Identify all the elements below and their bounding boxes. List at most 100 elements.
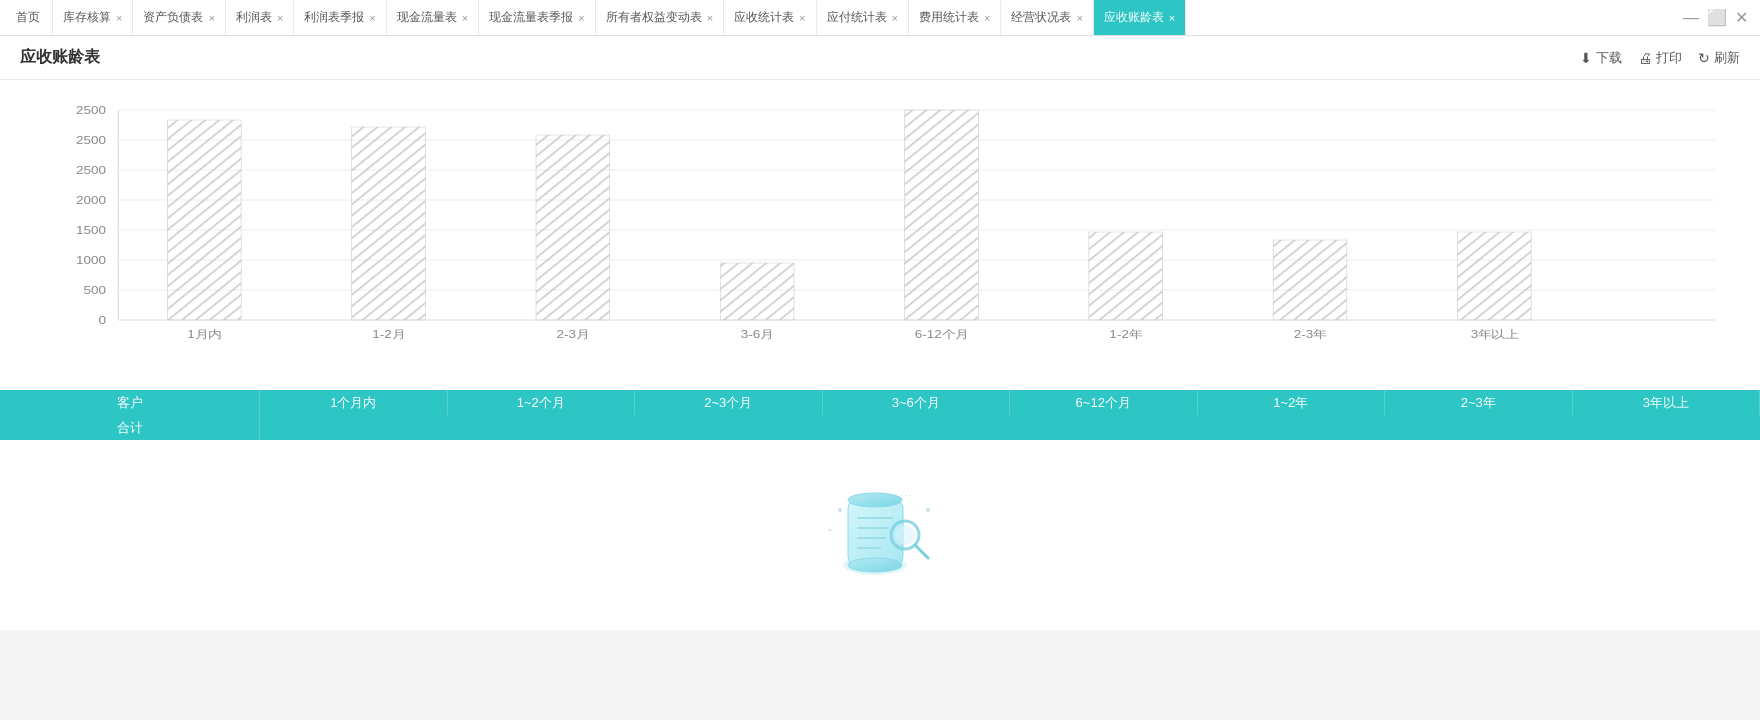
svg-point-29 bbox=[848, 558, 902, 572]
tab-equity-change[interactable]: 所有者权益变动表 × bbox=[596, 0, 724, 36]
bar-chart: 2500 2500 2500 2000 1500 1000 500 0 bbox=[20, 100, 1740, 360]
bar-1month bbox=[167, 120, 241, 320]
tab-inventory[interactable]: 库存核算 × bbox=[53, 0, 133, 36]
tab-equity-change-label: 所有者权益变动表 bbox=[606, 9, 702, 26]
svg-text:1-2年: 1-2年 bbox=[1109, 328, 1142, 340]
svg-text:2-3月: 2-3月 bbox=[557, 328, 590, 340]
tab-profit-quarter-label: 利润表季报 bbox=[304, 9, 364, 26]
col-customer: 客户 bbox=[0, 390, 260, 415]
svg-text:2500: 2500 bbox=[76, 164, 106, 176]
tab-profit-quarter[interactable]: 利润表季报 × bbox=[294, 0, 386, 36]
svg-text:1月内: 1月内 bbox=[187, 328, 221, 340]
tab-home[interactable]: 首页 bbox=[4, 0, 53, 36]
print-icon: 🖨 bbox=[1638, 50, 1652, 66]
refresh-label: 刷新 bbox=[1714, 49, 1740, 67]
download-label: 下载 bbox=[1596, 49, 1622, 67]
tab-cashflow-close[interactable]: × bbox=[462, 12, 468, 24]
tab-ar-stats-label: 应收统计表 bbox=[734, 9, 794, 26]
svg-text:3-6月: 3-6月 bbox=[741, 328, 774, 340]
svg-point-39 bbox=[926, 508, 930, 512]
svg-text:2-3年: 2-3年 bbox=[1294, 328, 1327, 340]
header-actions: ⬇ 下载 🖨 打印 ↻ 刷新 bbox=[1580, 49, 1740, 67]
svg-text:2000: 2000 bbox=[76, 194, 106, 206]
maximize-button[interactable]: ⬜ bbox=[1707, 8, 1727, 27]
tab-ar-aging-close[interactable]: × bbox=[1169, 12, 1175, 24]
bar-2-3year bbox=[1273, 240, 1347, 320]
col-1-2year: 1~2年 bbox=[1198, 390, 1386, 415]
tab-home-label: 首页 bbox=[16, 9, 40, 26]
download-button[interactable]: ⬇ 下载 bbox=[1580, 49, 1622, 67]
tab-profit-quarter-close[interactable]: × bbox=[369, 12, 375, 24]
tab-profit[interactable]: 利润表 × bbox=[226, 0, 294, 36]
page-header: 应收账龄表 ⬇ 下载 🖨 打印 ↻ 刷新 bbox=[0, 36, 1760, 80]
col-3plus-year: 3年以上 bbox=[1573, 390, 1761, 415]
tab-equity-change-close[interactable]: × bbox=[707, 12, 713, 24]
col-2-3year: 2~3年 bbox=[1385, 390, 1573, 415]
chart-area: 2500 2500 2500 2000 1500 1000 500 0 bbox=[0, 90, 1760, 390]
svg-text:6-12个月: 6-12个月 bbox=[915, 328, 968, 340]
svg-rect-27 bbox=[848, 500, 903, 565]
svg-text:1500: 1500 bbox=[76, 224, 106, 236]
tab-ap-stats[interactable]: 应付统计表 × bbox=[817, 0, 909, 36]
tab-cashflow-quarter-label: 现金流量表季报 bbox=[489, 9, 573, 26]
bar-1-2year bbox=[1089, 232, 1163, 320]
bar-1-2month bbox=[352, 127, 426, 320]
tab-operations[interactable]: 经营状况表 × bbox=[1001, 0, 1093, 36]
tab-ar-stats-close[interactable]: × bbox=[799, 12, 805, 24]
tab-balance-sheet[interactable]: 资产负债表 × bbox=[133, 0, 225, 36]
tab-ar-aging[interactable]: 应收账龄表 × bbox=[1094, 0, 1186, 36]
tab-profit-label: 利润表 bbox=[236, 9, 272, 26]
tab-ar-stats[interactable]: 应收统计表 × bbox=[724, 0, 816, 36]
col-1-2month: 1~2个月 bbox=[448, 390, 636, 415]
tab-cashflow-quarter[interactable]: 现金流量表季报 × bbox=[479, 0, 595, 36]
svg-text:3年以上: 3年以上 bbox=[1471, 328, 1518, 340]
svg-point-37 bbox=[838, 508, 842, 512]
page-title: 应收账龄表 bbox=[20, 47, 100, 68]
tab-operations-label: 经营状况表 bbox=[1011, 9, 1071, 26]
tab-inventory-label: 库存核算 bbox=[63, 9, 111, 26]
svg-text:2500: 2500 bbox=[76, 104, 106, 116]
bar-3plus-year bbox=[1457, 232, 1531, 320]
svg-text:· · ·: · · · bbox=[900, 491, 911, 500]
svg-text:500: 500 bbox=[83, 284, 106, 296]
download-icon: ⬇ bbox=[1580, 50, 1592, 66]
tab-expense-stats-label: 费用统计表 bbox=[919, 9, 979, 26]
tab-expense-stats[interactable]: 费用统计表 × bbox=[909, 0, 1001, 36]
col-3-6month: 3~6个月 bbox=[823, 390, 1011, 415]
svg-line-36 bbox=[915, 545, 928, 558]
refresh-icon: ↻ bbox=[1698, 50, 1710, 66]
col-total: 合计 bbox=[0, 415, 260, 440]
col-1month: 1个月内 bbox=[260, 390, 448, 415]
bar-3-6month bbox=[720, 263, 794, 320]
svg-point-35 bbox=[895, 525, 915, 545]
print-button[interactable]: 🖨 打印 bbox=[1638, 49, 1682, 67]
tab-cashflow[interactable]: 现金流量表 × bbox=[387, 0, 479, 36]
tab-balance-sheet-close[interactable]: × bbox=[208, 12, 214, 24]
bar-6-12month bbox=[905, 110, 979, 320]
tab-inventory-close[interactable]: × bbox=[116, 12, 122, 24]
tab-profit-close[interactable]: × bbox=[277, 12, 283, 24]
svg-point-28 bbox=[848, 493, 902, 507]
minimize-button[interactable]: — bbox=[1683, 9, 1699, 27]
tab-cashflow-label: 现金流量表 bbox=[397, 9, 457, 26]
svg-text:0: 0 bbox=[98, 314, 106, 326]
svg-text:1-2月: 1-2月 bbox=[372, 328, 405, 340]
tab-cashflow-quarter-close[interactable]: × bbox=[578, 12, 584, 24]
tab-ap-stats-label: 应付统计表 bbox=[827, 9, 887, 26]
tab-balance-sheet-label: 资产负债表 bbox=[143, 9, 203, 26]
col-6-12month: 6~12个月 bbox=[1010, 390, 1198, 415]
empty-state: · · · bbox=[0, 440, 1760, 630]
svg-text:1000: 1000 bbox=[76, 254, 106, 266]
tab-expense-stats-close[interactable]: × bbox=[984, 12, 990, 24]
print-label: 打印 bbox=[1656, 49, 1682, 67]
main-content: 2500 2500 2500 2000 1500 1000 500 0 bbox=[0, 80, 1760, 630]
window-controls: — ⬜ ✕ bbox=[1683, 8, 1756, 27]
tab-ap-stats-close[interactable]: × bbox=[892, 12, 898, 24]
tab-ar-aging-label: 应收账龄表 bbox=[1104, 9, 1164, 26]
tab-bar: 首页 库存核算 × 资产负债表 × 利润表 × 利润表季报 × 现金流量表 × … bbox=[0, 0, 1760, 36]
close-button[interactable]: ✕ bbox=[1735, 8, 1748, 27]
empty-illustration: · · · bbox=[820, 480, 940, 590]
bar-2-3month bbox=[536, 135, 610, 320]
tab-operations-close[interactable]: × bbox=[1076, 12, 1082, 24]
refresh-button[interactable]: ↻ 刷新 bbox=[1698, 49, 1740, 67]
